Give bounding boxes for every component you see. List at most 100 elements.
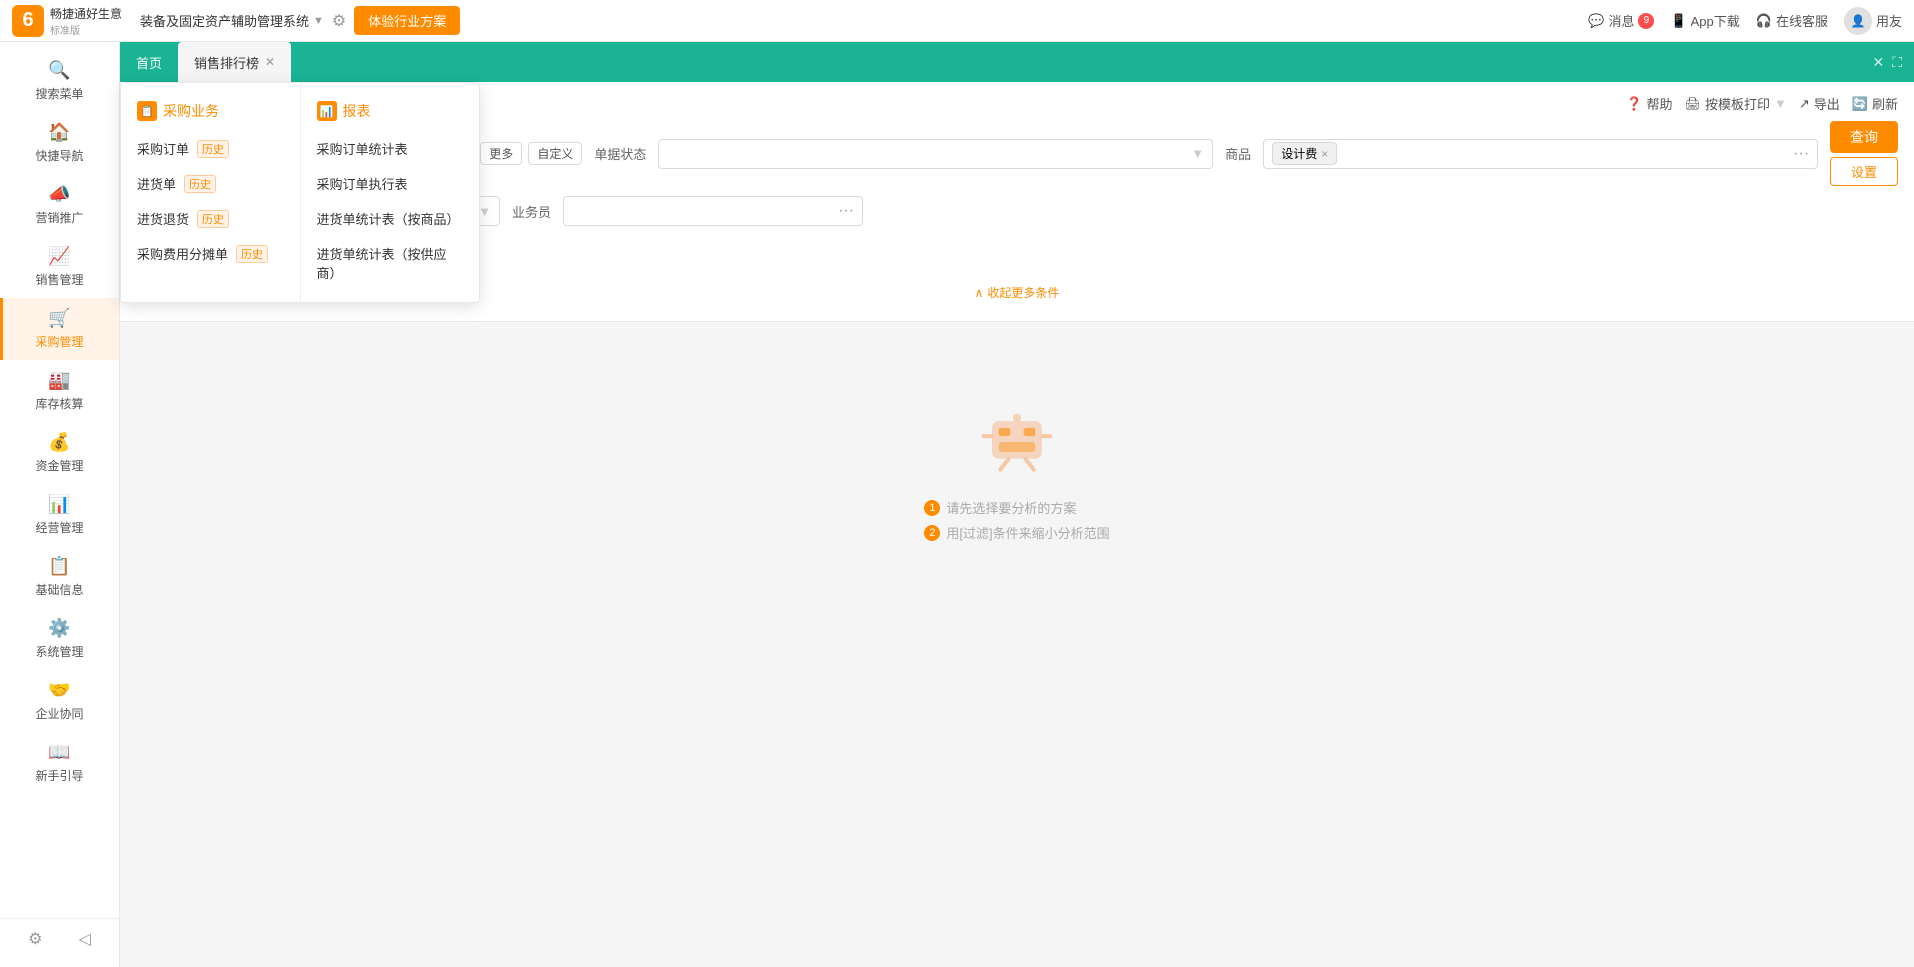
- salesman-field[interactable]: ···: [563, 196, 863, 226]
- header-center: 装备及固定资产辅助管理系统 ▼ ⚙ 体验行业方案: [140, 6, 1588, 35]
- purchase-expense-item[interactable]: 采购费用分摊单 历史: [121, 236, 300, 271]
- enterprise-icon: 🤝: [48, 680, 70, 701]
- sidebar-bottom: ⚙ ◁: [0, 918, 119, 959]
- settings-gear-icon[interactable]: ⚙: [332, 11, 346, 31]
- purchase-dropdown-menu: 📋 采购业务 采购订单 历史 进货单 历史 进货退货 历史 采购费用分摊单 历史…: [120, 82, 480, 303]
- tab-expand-icon[interactable]: ⛶: [1892, 54, 1902, 71]
- quick-custom-btn[interactable]: 自定义: [528, 142, 582, 165]
- report-title-icon: 📊: [317, 101, 337, 121]
- query-btn[interactable]: 查询: [1830, 121, 1898, 153]
- capital-icon: 💰: [48, 432, 70, 453]
- inventory-icon: 🏭: [48, 370, 70, 391]
- message-icon: 💬: [1588, 13, 1604, 29]
- marketing-icon: 📣: [48, 184, 70, 205]
- salesman-label: 业务员: [512, 202, 551, 221]
- doc-status-dropdown-icon[interactable]: ▼: [1191, 146, 1204, 161]
- notification-badge: 9: [1638, 13, 1654, 29]
- rank-dropdown-icon[interactable]: ▼: [478, 204, 491, 219]
- toolbar-right: ❓ 帮助 🖨 按模板打印 ▼ ↗ 导出 🔄 刷新: [1626, 94, 1898, 113]
- report-title: 📊 报表: [301, 95, 480, 131]
- sidebar-item-sales[interactable]: 📈 销售管理: [0, 236, 119, 298]
- home-icon: 🏠: [48, 122, 70, 143]
- logo-area: 6 畅捷通好生意 标准版: [12, 5, 132, 37]
- purchase-order-item[interactable]: 采购订单 历史: [121, 131, 300, 166]
- sidebar: 🔍 搜索菜单 🏠 快捷导航 📣 营销推广 📈 销售管理 🛒 采购管理 🏭 库存核…: [0, 42, 120, 967]
- purchase-title-icon: 📋: [137, 101, 157, 121]
- inbound-bill-item[interactable]: 进货单 历史: [121, 166, 300, 201]
- phone-icon: 📱: [1670, 13, 1686, 29]
- empty-text: 请先选择要分析的方案 用[过滤]条件来缩小分析范围: [924, 498, 1109, 548]
- tab-bar: 首页 销售排行榜 ✕ ✕ ⛶: [120, 42, 1914, 82]
- goods-label: 商品: [1225, 144, 1251, 163]
- doc-status-field[interactable]: ▼: [658, 139, 1213, 169]
- online-service-item[interactable]: 🎧 在线客服: [1756, 11, 1828, 30]
- basic-icon: 📋: [48, 556, 70, 577]
- tab-sales-ranking[interactable]: 销售排行榜 ✕: [178, 42, 291, 82]
- empty-state: 请先选择要分析的方案 用[过滤]条件来缩小分析范围: [120, 322, 1914, 628]
- sidebar-item-enterprise[interactable]: 🤝 企业协同: [0, 670, 119, 732]
- goods-more-icon[interactable]: ···: [1793, 145, 1809, 163]
- tab-home[interactable]: 首页: [120, 42, 178, 82]
- export-btn[interactable]: ↗ 导出: [1799, 94, 1840, 113]
- inbound-by-goods-item[interactable]: 进货单统计表（按商品）: [301, 201, 480, 236]
- export-icon: ↗: [1799, 96, 1810, 112]
- history-badge-1[interactable]: 历史: [184, 175, 216, 193]
- purchase-icon: 🛒: [48, 308, 70, 329]
- print-dropdown-icon[interactable]: ▼: [1774, 96, 1787, 111]
- history-badge-0[interactable]: 历史: [197, 140, 229, 158]
- settings-small-btn[interactable]: 设置: [1830, 157, 1898, 186]
- header-right: 💬 消息 9 📱 App下载 🎧 在线客服 👤 用友: [1588, 7, 1902, 35]
- collapse-chevron-icon: ∧: [975, 286, 984, 300]
- search-icon: 🔍: [48, 60, 70, 81]
- top-header: 6 畅捷通好生意 标准版 装备及固定资产辅助管理系统 ▼ ⚙ 体验行业方案 💬 …: [0, 0, 1914, 42]
- sidebar-item-inventory[interactable]: 🏭 库存核算: [0, 360, 119, 422]
- doc-status-label: 单据状态: [594, 144, 646, 163]
- help-icon: ❓: [1626, 96, 1642, 112]
- sidebar-settings-icon[interactable]: ⚙: [28, 929, 42, 949]
- sidebar-item-marketing[interactable]: 📣 营销推广: [0, 174, 119, 236]
- sidebar-item-quicknav[interactable]: 🏠 快捷导航: [0, 112, 119, 174]
- tab-window-close-icon[interactable]: ✕: [1872, 54, 1884, 71]
- sidebar-item-operations[interactable]: 📊 经营管理: [0, 484, 119, 546]
- operations-icon: 📊: [48, 494, 70, 515]
- industry-btn[interactable]: 体验行业方案: [354, 6, 460, 35]
- history-badge-2[interactable]: 历史: [197, 210, 229, 228]
- empty-illustration: [967, 402, 1067, 482]
- logo-text: 畅捷通好生意 标准版: [50, 5, 122, 37]
- print-btn[interactable]: 🖨 按模板打印 ▼: [1684, 94, 1786, 113]
- system-title: 装备及固定资产辅助管理系统 ▼: [140, 11, 324, 30]
- tab-close-icon[interactable]: ✕: [265, 55, 275, 69]
- purchase-business-title: 📋 采购业务: [121, 95, 300, 131]
- sidebar-item-basic[interactable]: 📋 基础信息: [0, 546, 119, 608]
- dropdown-arrow-icon[interactable]: ▼: [313, 15, 324, 27]
- avatar: 👤: [1844, 7, 1872, 35]
- tab-bar-right: ✕ ⛶: [1872, 54, 1914, 71]
- logo-icon: 6: [12, 5, 44, 37]
- report-col: 📊 报表 采购订单统计表 采购订单执行表 进货单统计表（按商品） 进货单统计表（…: [301, 83, 480, 302]
- notification-item[interactable]: 💬 消息 9: [1588, 11, 1654, 30]
- app-download-item[interactable]: 📱 App下载: [1670, 11, 1739, 30]
- user-item[interactable]: 👤 用友: [1844, 7, 1902, 35]
- purchase-order-exec-item[interactable]: 采购订单执行表: [301, 166, 480, 201]
- help-btn[interactable]: ❓ 帮助: [1626, 94, 1672, 113]
- sidebar-collapse-icon[interactable]: ◁: [79, 929, 91, 949]
- headset-icon: 🎧: [1756, 13, 1772, 29]
- sidebar-item-search[interactable]: 🔍 搜索菜单: [0, 50, 119, 112]
- refresh-btn[interactable]: 🔄 刷新: [1852, 94, 1898, 113]
- quick-more-btn[interactable]: 更多: [480, 142, 522, 165]
- inbound-by-supplier-item[interactable]: 进货单统计表（按供应商）: [301, 236, 480, 290]
- sidebar-item-system[interactable]: ⚙️ 系统管理: [0, 608, 119, 670]
- sidebar-item-purchase[interactable]: 🛒 采购管理: [0, 298, 119, 360]
- sidebar-item-capital[interactable]: 💰 资金管理: [0, 422, 119, 484]
- purchase-order-report-item[interactable]: 采购订单统计表: [301, 131, 480, 166]
- purchase-business-col: 📋 采购业务 采购订单 历史 进货单 历史 进货退货 历史 采购费用分摊单 历史: [121, 83, 301, 302]
- salesman-more-icon[interactable]: ···: [838, 202, 854, 220]
- history-badge-3[interactable]: 历史: [236, 245, 268, 263]
- goods-tag-close-icon[interactable]: ×: [1321, 147, 1328, 161]
- goods-field[interactable]: 设计费 × ···: [1263, 139, 1818, 169]
- inbound-return-item[interactable]: 进货退货 历史: [121, 201, 300, 236]
- newbie-icon: 📖: [48, 742, 70, 763]
- sidebar-item-newbie[interactable]: 📖 新手引导: [0, 732, 119, 794]
- sales-icon: 📈: [48, 246, 70, 267]
- refresh-icon: 🔄: [1852, 96, 1868, 112]
